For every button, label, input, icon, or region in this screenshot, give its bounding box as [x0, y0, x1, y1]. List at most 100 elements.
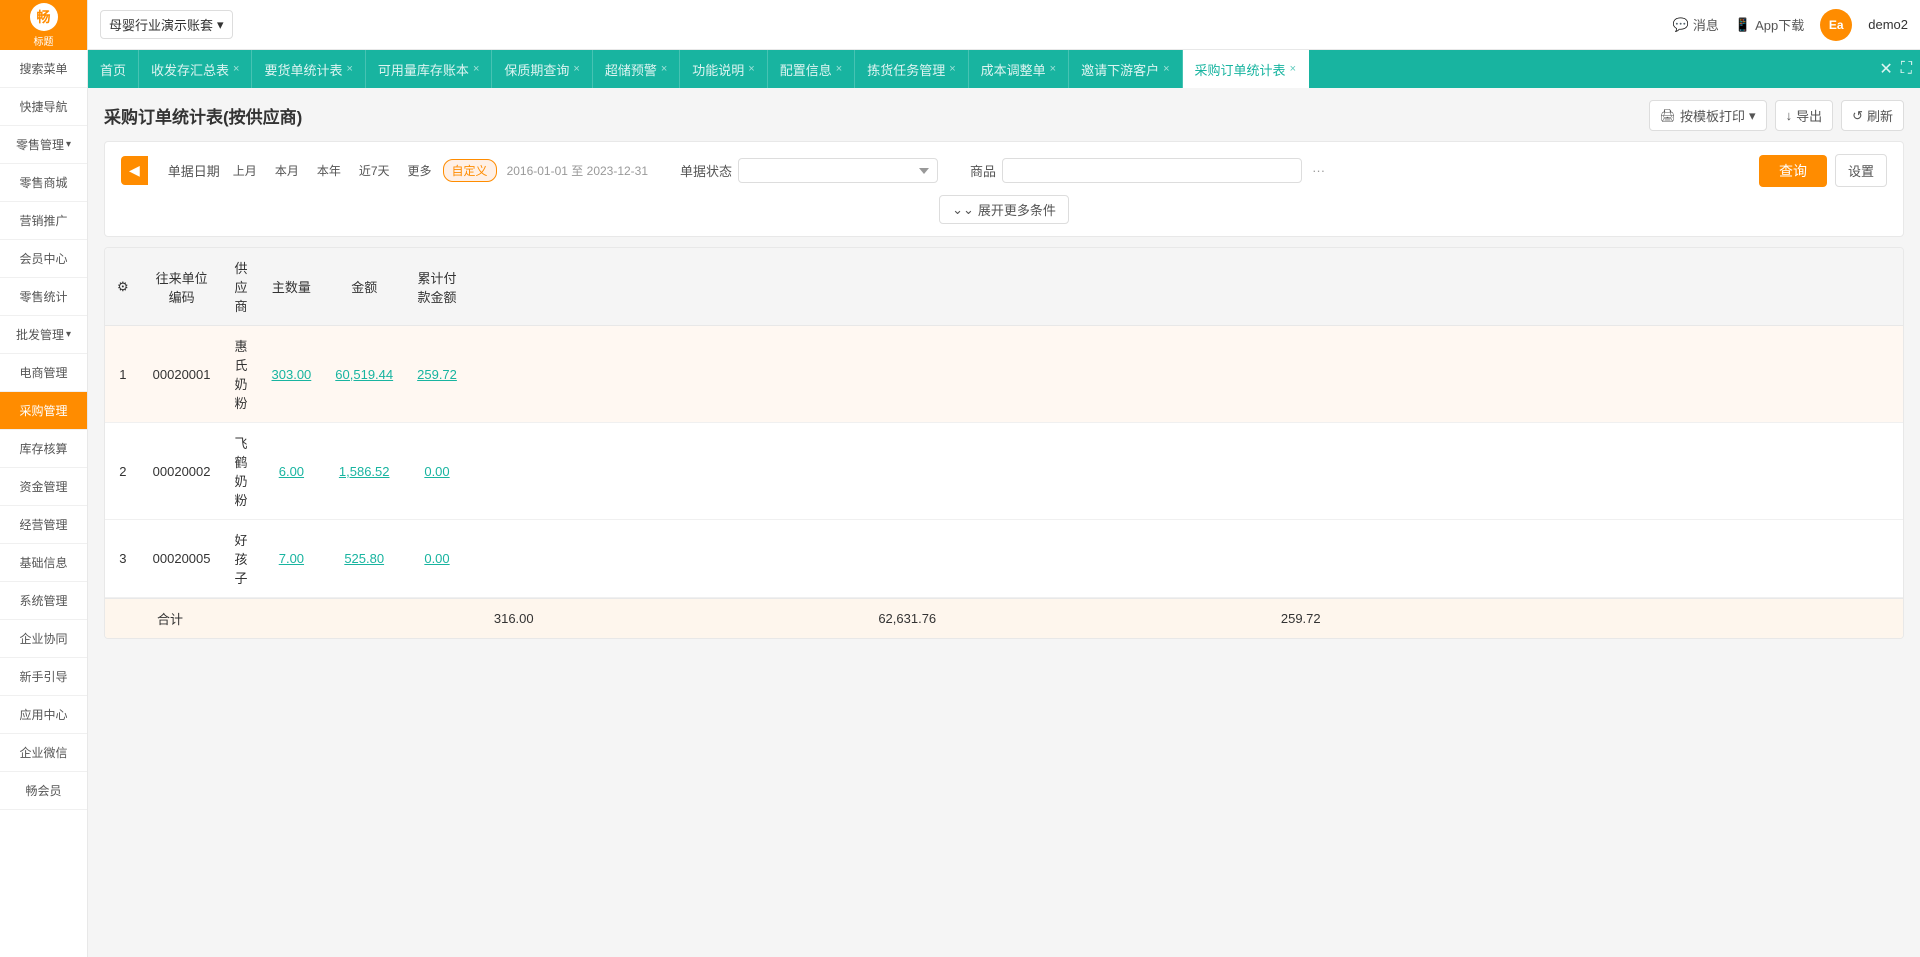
tab-order-stat[interactable]: 要货单统计表 ×: [252, 50, 365, 88]
expand-button[interactable]: ⌄⌄ 展开更多条件: [939, 195, 1069, 224]
sidebar-item-18[interactable]: 企业微信: [0, 734, 87, 772]
row-supplier: 好孩子: [223, 520, 260, 598]
status-select[interactable]: [738, 158, 938, 183]
close-icon[interactable]: ×: [1290, 63, 1296, 75]
maximize-icon[interactable]: ⛶: [1901, 60, 1912, 78]
sidebar-item-14[interactable]: 系统管理: [0, 582, 87, 620]
date-shortcuts: 上月 本月 本年 近7天 更多 自定义: [226, 159, 497, 182]
tab-label: 配置信息: [780, 60, 832, 79]
shortcut-custom[interactable]: 自定义: [443, 159, 497, 182]
sidebar-item-19[interactable]: 畅会员: [0, 772, 87, 810]
print-label: 按模板打印: [1680, 106, 1745, 125]
row-code: 00020005: [141, 520, 223, 598]
sidebar-item-6[interactable]: 零售统计: [0, 278, 87, 316]
sidebar-item-4[interactable]: 营销推广: [0, 202, 87, 240]
close-icon[interactable]: ×: [473, 63, 479, 75]
print-button[interactable]: 🖨 按模板打印 ▾: [1649, 100, 1767, 131]
sidebar-item-0[interactable]: 搜索菜单: [0, 50, 87, 88]
tab-function[interactable]: 功能说明 ×: [680, 50, 767, 88]
close-icon[interactable]: ×: [346, 63, 352, 75]
user-name[interactable]: demo2: [1868, 17, 1908, 32]
close-icon[interactable]: ×: [573, 63, 579, 75]
close-icon[interactable]: ×: [233, 63, 239, 75]
tab-invite-customer[interactable]: 邀请下游客户 ×: [1069, 50, 1182, 88]
sidebar-item-16[interactable]: 新手引导: [0, 658, 87, 696]
refresh-button[interactable]: ↺ 刷新: [1841, 100, 1904, 131]
sidebar-item-15[interactable]: 企业协同: [0, 620, 87, 658]
footer-total-amount: 62,631.76: [711, 611, 1105, 626]
company-selector[interactable]: 母婴行业演示账套 ▾: [100, 10, 233, 39]
sidebar-item-9[interactable]: 采购管理: [0, 392, 87, 430]
sidebar-item-1[interactable]: 快捷导航: [0, 88, 87, 126]
close-icon[interactable]: ×: [1050, 63, 1056, 75]
export-icon: ↓: [1786, 108, 1793, 123]
sidebar-item-13[interactable]: 基础信息: [0, 544, 87, 582]
close-icon[interactable]: ×: [748, 63, 754, 75]
tab-receive-send[interactable]: 收发存汇总表 ×: [139, 50, 252, 88]
row-supplier: 惠氏奶粉: [223, 326, 260, 423]
close-icon[interactable]: ×: [1163, 63, 1169, 75]
tab-purchase-stat[interactable]: 采购订单统计表 ×: [1183, 50, 1309, 88]
row-amount[interactable]: 525.80: [323, 520, 405, 598]
tab-label: 保质期查询: [504, 60, 569, 79]
sidebar-item-3[interactable]: 零售商城: [0, 164, 87, 202]
collapse-button[interactable]: ◀: [121, 156, 148, 185]
shortcut-last-month[interactable]: 上月: [226, 159, 264, 182]
query-button[interactable]: 查询: [1759, 155, 1827, 187]
row-paid[interactable]: 259.72: [405, 326, 469, 423]
app-download-label: App下载: [1755, 15, 1804, 34]
col-settings[interactable]: ⚙: [105, 248, 141, 326]
sidebar-item-2[interactable]: 零售管理▾: [0, 126, 87, 164]
row-qty[interactable]: 7.00: [260, 520, 324, 598]
close-icon[interactable]: ×: [949, 63, 955, 75]
row-paid[interactable]: 0.00: [405, 423, 469, 520]
print-icon: 🖨: [1660, 108, 1677, 124]
shortcut-more[interactable]: 更多: [401, 159, 439, 182]
close-all-icon[interactable]: ✕: [1879, 59, 1892, 79]
tab-bar-actions: ✕ ⛶: [1871, 59, 1920, 79]
tab-cost-adjust[interactable]: 成本调整单 ×: [969, 50, 1069, 88]
shortcut-this-year[interactable]: 本年: [310, 159, 348, 182]
tab-label: 要货单统计表: [264, 60, 342, 79]
tab-config[interactable]: 配置信息 ×: [768, 50, 855, 88]
sidebar-item-12[interactable]: 经营管理: [0, 506, 87, 544]
sidebar-item-5[interactable]: 会员中心: [0, 240, 87, 278]
row-index: 2: [105, 423, 141, 520]
sidebar-item-7[interactable]: 批发管理▾: [0, 316, 87, 354]
shortcut-7days[interactable]: 近7天: [352, 159, 397, 182]
sidebar-item-17[interactable]: 应用中心: [0, 696, 87, 734]
goods-input[interactable]: [1002, 158, 1302, 183]
top-bar-left: 母婴行业演示账套 ▾: [100, 10, 1661, 39]
filter-row: ◀ 单据日期 上月 本月 本年 近7天 更多 自定义 2016-01-01 至: [121, 154, 1887, 187]
shortcut-this-month[interactable]: 本月: [268, 159, 306, 182]
tab-expiry[interactable]: 保质期查询 ×: [492, 50, 592, 88]
app-download-button[interactable]: 📱 App下载: [1735, 15, 1804, 34]
tab-pick-task[interactable]: 拣货任务管理 ×: [855, 50, 968, 88]
message-button[interactable]: 💬 消息: [1673, 15, 1719, 34]
footer-label: 合计: [117, 609, 317, 628]
row-amount[interactable]: 60,519.44: [323, 326, 405, 423]
tab-overstock[interactable]: 超储预警 ×: [593, 50, 680, 88]
sidebar-item-11[interactable]: 资金管理: [0, 468, 87, 506]
filter-actions: ⌄⌄ 展开更多条件: [121, 195, 1887, 224]
avatar[interactable]: Ea: [1820, 9, 1852, 41]
close-icon[interactable]: ×: [836, 63, 842, 75]
tab-usable-stock[interactable]: 可用量库存账本 ×: [366, 50, 492, 88]
tab-home[interactable]: 首页: [88, 50, 139, 88]
row-qty[interactable]: 303.00: [260, 326, 324, 423]
row-paid[interactable]: 0.00: [405, 520, 469, 598]
sidebar-item-10[interactable]: 库存核算: [0, 430, 87, 468]
settings-button[interactable]: 设置: [1835, 154, 1887, 187]
close-icon[interactable]: ×: [661, 63, 667, 75]
sidebar-item-8[interactable]: 电商管理: [0, 354, 87, 392]
row-qty[interactable]: 6.00: [260, 423, 324, 520]
chevron-down-icon: ▾: [66, 139, 71, 150]
export-button[interactable]: ↓ 导出: [1775, 100, 1834, 131]
tab-label: 成本调整单: [981, 60, 1046, 79]
footer-total-paid: 259.72: [1104, 611, 1498, 626]
settings-icon[interactable]: ⚙: [117, 279, 129, 294]
more-options-icon[interactable]: ···: [1312, 163, 1325, 178]
row-amount[interactable]: 1,586.52: [323, 423, 405, 520]
logo[interactable]: 畅 标题: [0, 0, 87, 50]
col-code: 往来单位编码: [141, 248, 223, 326]
